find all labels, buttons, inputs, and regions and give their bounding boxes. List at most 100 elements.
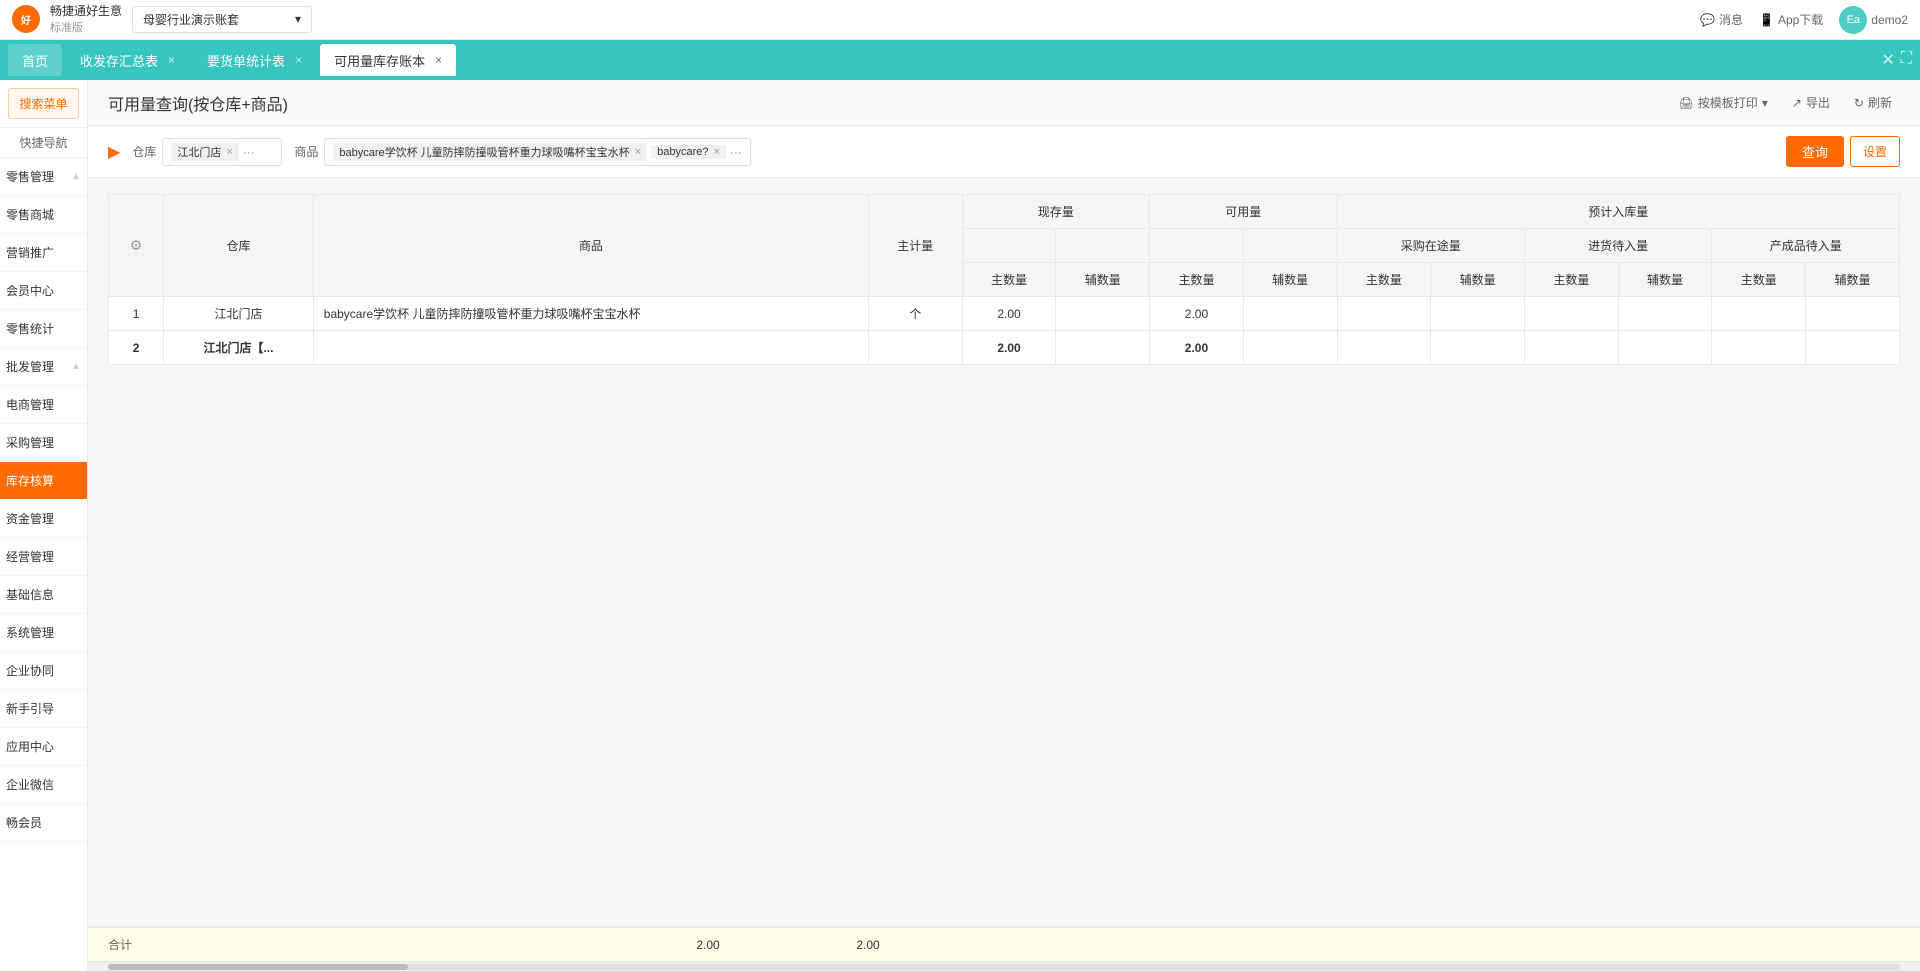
brand-sub: 标准版 (50, 19, 122, 35)
col-stock-main-header: 主数量 (962, 263, 1056, 297)
close-tab-available-inventory[interactable]: × (435, 53, 442, 67)
chevron-down-icon: ▾ (1762, 96, 1768, 110)
sidebar-item-enterprise-collab[interactable]: 企业协同 (0, 652, 87, 690)
warehouse-label: 仓库 (132, 143, 156, 160)
industry-selector[interactable]: 母婴行业演示账套 ▾ (132, 6, 312, 33)
scrollbar-thumb[interactable] (108, 964, 408, 970)
col-avail-main-header: 主数量 (1150, 263, 1244, 297)
row2-avail-sub (1243, 331, 1337, 365)
row2-inbound-main (1524, 331, 1618, 365)
warehouse-more-btn[interactable]: ··· (243, 145, 255, 159)
sidebar: 搜索菜单 快捷导航 零售管理 ▲ 零售商城 营销推广 会员中心 零售统计 批发管… (0, 80, 88, 971)
top-right-actions: 💬 消息 📱 App下载 Ea demo2 (1700, 6, 1908, 34)
sidebar-item-purchase[interactable]: 采购管理 (0, 424, 87, 462)
close-tab-order-stats[interactable]: × (295, 53, 302, 67)
chevron-icon: ▲ (71, 361, 81, 372)
sidebar-item-finance[interactable]: 资金管理 (0, 500, 87, 538)
row2-warehouse: 江北门店【... (164, 331, 314, 365)
app-download-btn[interactable]: 📱 App下载 (1759, 11, 1823, 28)
inventory-table: ⚙ 仓库 商品 主计量 现存量 可用量 预计入库量 采购在途量 (108, 194, 1900, 365)
refresh-icon: ↻ (1854, 96, 1864, 110)
col-purchase-sub-header: 辅数量 (1431, 263, 1525, 297)
col-inbound-sub-header: 辅数量 (1618, 263, 1712, 297)
user-area[interactable]: Ea demo2 (1839, 6, 1908, 34)
row2-index: 2 (109, 331, 164, 365)
query-btn[interactable]: 查询 (1786, 136, 1844, 167)
remove-product-tag-2[interactable]: × (713, 146, 719, 158)
sidebar-item-enterprise-wechat[interactable]: 企业微信 (0, 766, 87, 804)
sidebar-item-app-center[interactable]: 应用中心 (0, 728, 87, 766)
quick-nav-btn[interactable]: 快捷导航 (0, 128, 87, 158)
remove-product-tag-1[interactable]: × (635, 146, 641, 158)
content-area: 可用量查询(按仓库+商品) 🖨 按模板打印 ▾ ↗ 导出 ↻ 刷新 ▶ (88, 80, 1920, 971)
product-label: 商品 (294, 143, 318, 160)
tab-home[interactable]: 首页 (8, 44, 62, 76)
sidebar-item-basic-info[interactable]: 基础信息 (0, 576, 87, 614)
col-warehouse-header: 仓库 (164, 195, 314, 297)
row1-index: 1 (109, 297, 164, 331)
product-tag-1: babycare学饮杯 儿童防摔防撞吸管杯重力球吸嘴杯宝宝水杯 × (333, 143, 647, 161)
export-btn[interactable]: ↗ 导出 (1784, 90, 1838, 115)
sidebar-item-system-mgmt[interactable]: 系统管理 (0, 614, 87, 652)
download-icon: 📱 (1759, 13, 1774, 27)
warehouse-tag: 江北门店 × (171, 143, 238, 161)
filter-actions: 查询 设置 (1786, 136, 1900, 167)
product-tag-2: babycare? × (651, 145, 726, 159)
page-header: 可用量查询(按仓库+商品) 🖨 按模板打印 ▾ ↗ 导出 ↻ 刷新 (88, 80, 1920, 126)
row1-product-main (1712, 297, 1806, 331)
col-product-header: 商品 (313, 195, 868, 297)
row1-avail-main: 2.00 (1150, 297, 1244, 331)
settings-icon[interactable]: ⚙ (130, 237, 143, 253)
product-input[interactable]: babycare学饮杯 儿童防摔防撞吸管杯重力球吸嘴杯宝宝水杯 × babyca… (324, 138, 751, 166)
expand-btn[interactable]: ⛶ (1901, 50, 1912, 70)
sidebar-item-retail-mall[interactable]: 零售商城 (0, 196, 87, 234)
message-icon: 💬 (1700, 13, 1715, 27)
row1-avail-sub (1243, 297, 1337, 331)
tab-order-stats[interactable]: 要货单统计表 × (193, 44, 316, 76)
scrollbar-area (88, 961, 1920, 971)
tab-available-inventory[interactable]: 可用量库存账本 × (320, 44, 456, 76)
col-stock-sub-header: 辅数量 (1056, 263, 1150, 297)
sidebar-item-retail-stats[interactable]: 零售统计 (0, 310, 87, 348)
sidebar-item-newbie[interactable]: 新手引导 (0, 690, 87, 728)
brand-name: 畅捷通好生意 (50, 4, 122, 18)
message-btn[interactable]: 💬 消息 (1700, 11, 1743, 28)
row1-product: babycare学饮杯 儿童防摔防撞吸管杯重力球吸嘴杯宝宝水杯 (313, 297, 868, 331)
sidebar-item-operations[interactable]: 经营管理 (0, 538, 87, 576)
row2-unit (868, 331, 962, 365)
sidebar-item-ecommerce[interactable]: 电商管理 (0, 386, 87, 424)
warehouse-input[interactable]: 江北门店 × ··· (162, 138, 282, 166)
row1-warehouse: 江北门店 (164, 297, 314, 331)
table-footer: 合计 2.00 2.00 (88, 926, 1920, 961)
col-settings: ⚙ (109, 195, 164, 297)
sidebar-item-marketing[interactable]: 营销推广 (0, 234, 87, 272)
col-purchase-label: 采购在途量 (1337, 229, 1524, 263)
row1-inbound-sub (1618, 297, 1712, 331)
col-stock-group-header: 现存量 (962, 195, 1149, 229)
filter-expand-btn[interactable]: ▶ (108, 142, 120, 162)
row1-stock-sub (1056, 297, 1150, 331)
tab-stock-summary[interactable]: 收发存汇总表 × (66, 44, 189, 76)
close-all-tabs-btn[interactable]: ✕ (1881, 50, 1894, 70)
print-btn[interactable]: 🖨 按模板打印 ▾ (1671, 90, 1776, 115)
sidebar-item-retail-mgmt[interactable]: 零售管理 ▲ (0, 158, 87, 196)
page-title: 可用量查询(按仓库+商品) (108, 91, 288, 115)
footer-label: 合计 (108, 936, 228, 953)
col-avail-sub-2 (1243, 229, 1337, 263)
refresh-btn[interactable]: ↻ 刷新 (1846, 90, 1900, 115)
close-tab-stock-summary[interactable]: × (168, 53, 175, 67)
table-row: 1 江北门店 babycare学饮杯 儿童防摔防撞吸管杯重力球吸嘴杯宝宝水杯 个… (109, 297, 1900, 331)
sidebar-item-member[interactable]: 会员中心 (0, 272, 87, 310)
row1-purchase-main (1337, 297, 1431, 331)
product-more-btn[interactable]: ··· (730, 145, 742, 159)
sidebar-item-wholesale-mgmt[interactable]: 批发管理 ▲ (0, 348, 87, 386)
setting-btn[interactable]: 设置 (1850, 136, 1900, 167)
printer-icon: 🖨 (1679, 96, 1694, 110)
search-menu-btn[interactable]: 搜索菜单 (8, 88, 79, 119)
brand-logo: 好 (12, 5, 40, 33)
sidebar-item-member-vip[interactable]: 畅会员 (0, 804, 87, 842)
col-product-label: 产成品待入量 (1712, 229, 1900, 263)
remove-warehouse-tag[interactable]: × (226, 146, 232, 158)
brand-area: 好 畅捷通好生意 标准版 母婴行业演示账套 ▾ (12, 4, 312, 34)
sidebar-item-inventory[interactable]: 库存核算 (0, 462, 87, 500)
